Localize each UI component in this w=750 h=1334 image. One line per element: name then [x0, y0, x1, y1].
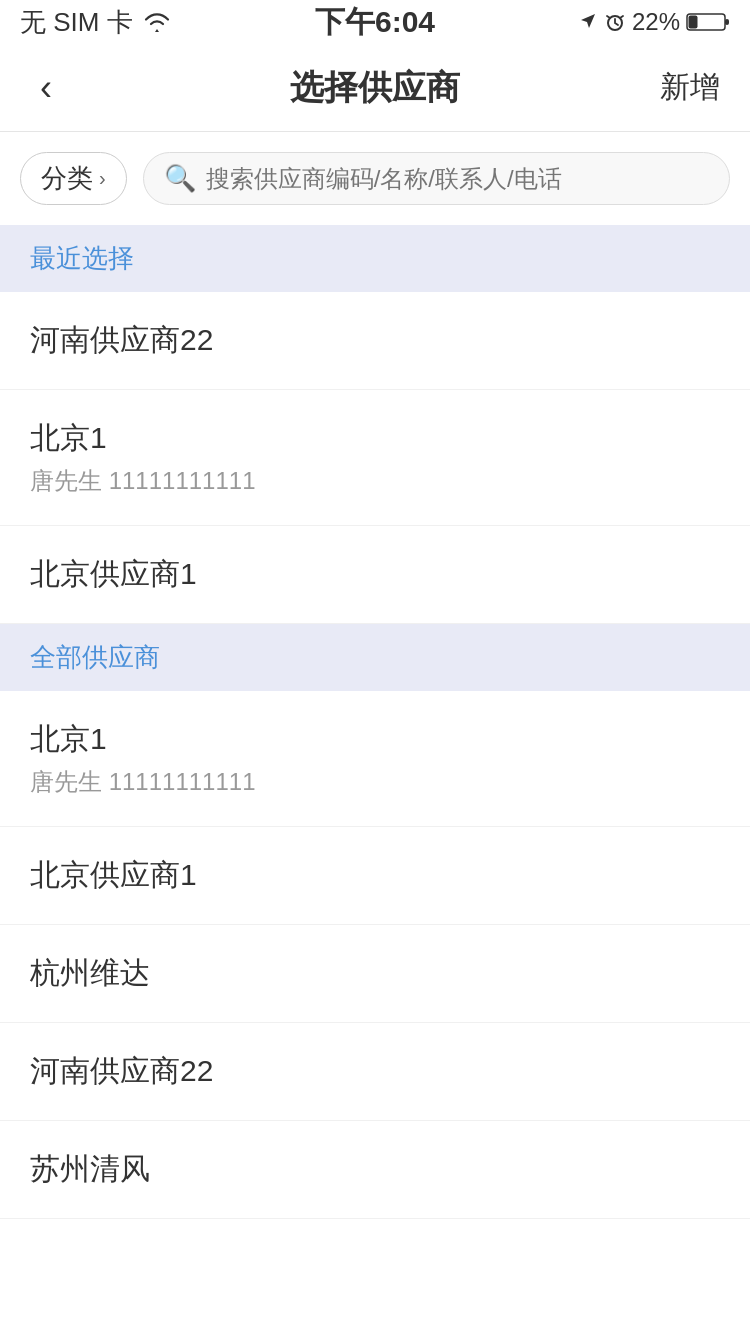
page-title: 选择供应商	[290, 65, 460, 111]
list-item[interactable]: 河南供应商22	[0, 1023, 750, 1121]
battery-icon	[686, 11, 730, 33]
list-item[interactable]: 河南供应商22	[0, 292, 750, 390]
list-item[interactable]: 北京供应商1	[0, 827, 750, 925]
search-box[interactable]: 🔍	[143, 152, 730, 205]
list-item[interactable]: 杭州维达	[0, 925, 750, 1023]
status-left: 无 SIM 卡	[20, 5, 173, 40]
item-name: 北京供应商1	[30, 554, 720, 595]
item-name: 河南供应商22	[30, 1051, 720, 1092]
wifi-icon	[141, 11, 173, 33]
search-input[interactable]	[206, 165, 709, 193]
status-time: 下午6:04	[315, 2, 435, 43]
status-bar: 无 SIM 卡 下午6:04 22%	[0, 0, 750, 44]
battery-text: 22%	[632, 8, 680, 36]
item-name: 河南供应商22	[30, 320, 720, 361]
item-name: 北京供应商1	[30, 855, 720, 896]
all-section-header: 全部供应商	[0, 624, 750, 691]
new-action-button[interactable]: 新增	[660, 67, 720, 108]
item-sub: 唐先生 11111111111	[30, 465, 720, 497]
chevron-icon: ›	[99, 167, 106, 190]
filter-bar: 分类 › 🔍	[0, 132, 750, 225]
list-item[interactable]: 北京1 唐先生 11111111111	[0, 691, 750, 827]
search-icon: 🔍	[164, 163, 196, 194]
svg-rect-3	[689, 16, 698, 29]
item-name: 北京1	[30, 719, 720, 760]
svg-rect-2	[725, 19, 729, 25]
recent-list: 河南供应商22 北京1 唐先生 11111111111 北京供应商1	[0, 292, 750, 624]
location-icon	[578, 11, 598, 33]
list-item[interactable]: 北京供应商1	[0, 526, 750, 624]
category-label: 分类	[41, 161, 93, 196]
nav-bar: ‹ 选择供应商 新增	[0, 44, 750, 132]
all-section-label: 全部供应商	[30, 642, 160, 672]
carrier-label: 无 SIM 卡	[20, 5, 133, 40]
all-list: 北京1 唐先生 11111111111 北京供应商1 杭州维达河南供应商22 苏州清风	[0, 691, 750, 1219]
alarm-icon	[604, 11, 626, 33]
recent-section-header: 最近选择	[0, 225, 750, 292]
recent-section-label: 最近选择	[30, 243, 134, 273]
back-button[interactable]: ‹	[30, 57, 62, 119]
category-filter[interactable]: 分类 ›	[20, 152, 127, 205]
item-name: 苏州清风	[30, 1149, 720, 1190]
item-sub: 唐先生 11111111111	[30, 766, 720, 798]
list-item[interactable]: 苏州清风	[0, 1121, 750, 1219]
list-item[interactable]: 北京1 唐先生 11111111111	[0, 390, 750, 526]
item-name: 北京1	[30, 418, 720, 459]
item-name: 杭州维达	[30, 953, 720, 994]
status-right: 22%	[578, 8, 730, 36]
